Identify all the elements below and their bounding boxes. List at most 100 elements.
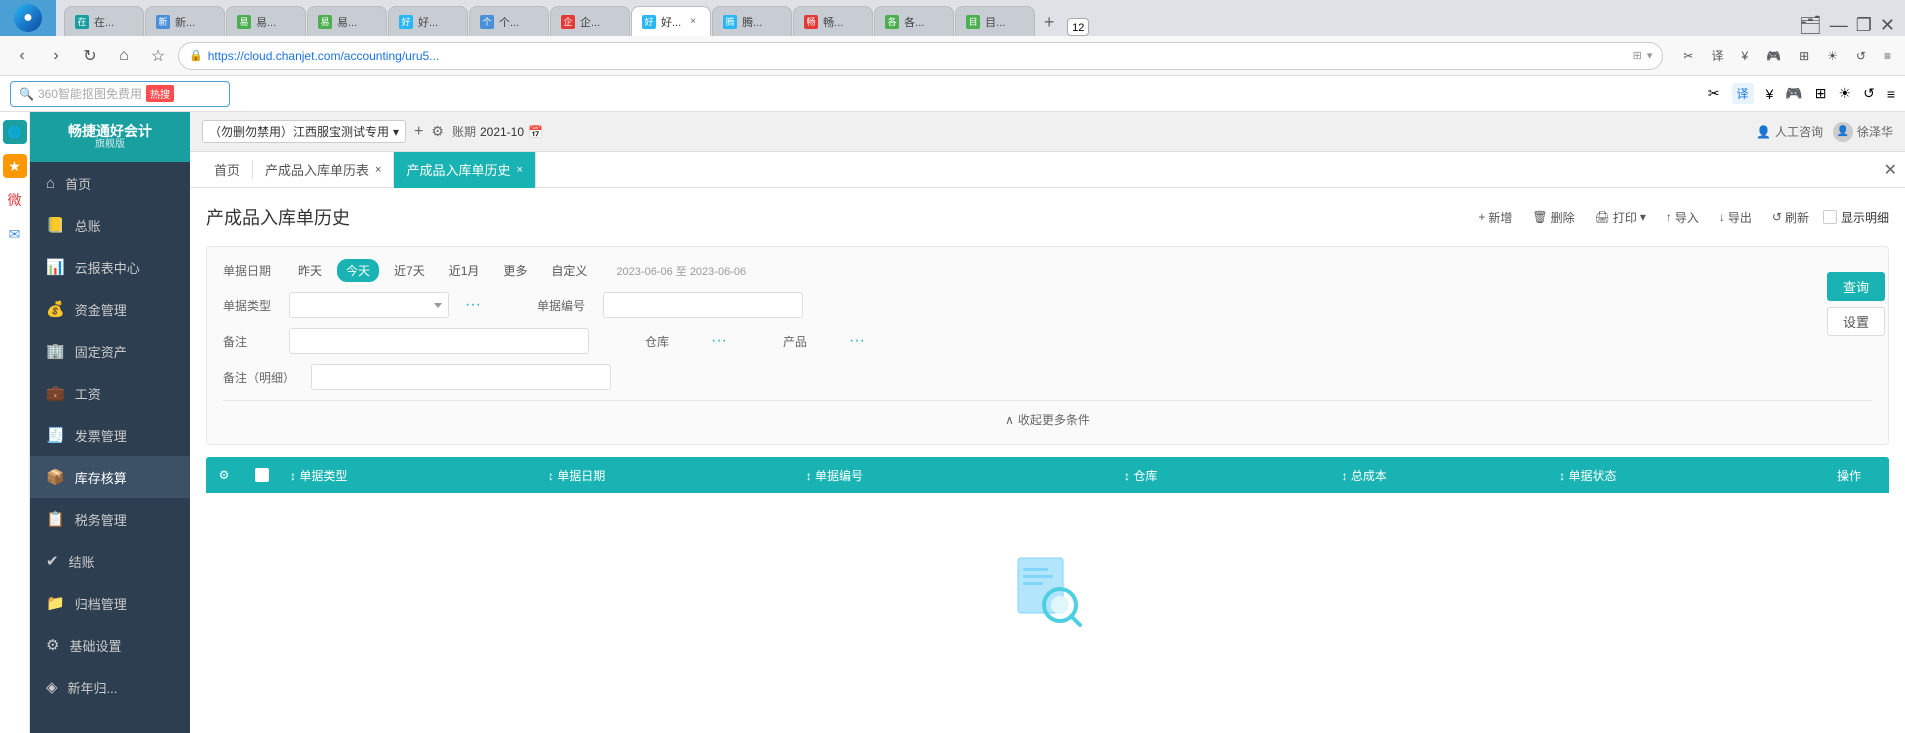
- remark-filter-input[interactable]: [289, 328, 589, 354]
- date-btn-today[interactable]: 今天: [337, 259, 379, 282]
- breadcrumb-tab-list[interactable]: 产成品入库单历表 ×: [253, 152, 394, 188]
- th-status[interactable]: ↕ 单据状态: [1551, 467, 1809, 484]
- cut-icon-btn[interactable]: ✂: [1677, 46, 1699, 66]
- gamepad-icon[interactable]: 🎮: [1785, 85, 1802, 102]
- select-all-checkbox[interactable]: [255, 468, 269, 482]
- warehouse-filter-dots[interactable]: ···: [711, 332, 727, 350]
- date-btn-custom[interactable]: 自定义: [542, 259, 596, 282]
- browser-tab-6[interactable]: 个 个...: [469, 6, 549, 36]
- show-detail-checkbox[interactable]: [1823, 210, 1837, 224]
- sidebar-item-invoice[interactable]: 🧾 发票管理: [30, 414, 190, 456]
- breadcrumb-tab-history-close[interactable]: ×: [516, 164, 522, 176]
- sidebar-item-ledger[interactable]: 📒 总账: [30, 204, 190, 246]
- date-btn-yesterday[interactable]: 昨天: [289, 259, 331, 282]
- help-btn[interactable]: 👤 人工咨询: [1756, 123, 1823, 140]
- browser-tab-4[interactable]: 易 易...: [307, 6, 387, 36]
- browser-tab-11[interactable]: 各 各...: [874, 6, 954, 36]
- scissors-icon[interactable]: ✂: [1708, 85, 1720, 102]
- app-switch-web[interactable]: 🌐: [3, 120, 27, 144]
- remark-detail-input[interactable]: [311, 364, 611, 390]
- browser-tab-10[interactable]: 畅 畅...: [793, 6, 873, 36]
- refresh-button[interactable]: ↻: [76, 42, 104, 70]
- sidebar-item-inventory[interactable]: 📦 库存核算: [30, 456, 190, 498]
- company-selector[interactable]: （勿删勿禁用）江西服宝测试专用 ▾: [202, 120, 406, 143]
- home-button[interactable]: ⌂: [110, 42, 138, 70]
- calendar-icon[interactable]: 📅: [528, 125, 543, 139]
- undo-btn[interactable]: ↺: [1850, 46, 1872, 66]
- app-switch-weibo[interactable]: 微: [3, 188, 27, 212]
- show-detail-checkbox-wrap[interactable]: 显示明细: [1823, 209, 1889, 226]
- back-button[interactable]: ‹: [8, 42, 36, 70]
- th-num[interactable]: ↕ 单据编号: [798, 467, 1116, 484]
- product-filter-dots[interactable]: ···: [849, 332, 865, 350]
- url-bar[interactable]: 🔒 https://cloud.chanjet.com/accounting/u…: [178, 42, 1663, 70]
- breadcrumb-tab-list-close[interactable]: ×: [375, 164, 381, 176]
- close-page-btn[interactable]: ✕: [1884, 160, 1905, 180]
- browser-tab-8[interactable]: 好 好... ×: [631, 6, 711, 36]
- sun-icon[interactable]: ☀: [1839, 85, 1852, 102]
- game-btn[interactable]: 🎮: [1760, 46, 1787, 66]
- currency-btn[interactable]: ¥: [1735, 46, 1754, 66]
- sidebar-item-fund[interactable]: 💰 资金管理: [30, 288, 190, 330]
- theme-btn[interactable]: ☀: [1821, 46, 1844, 66]
- browser-tab-12[interactable]: 目 目...: [955, 6, 1035, 36]
- translate-btn[interactable]: 译: [1705, 44, 1729, 67]
- sidebar-item-home[interactable]: ⌂ 首页: [30, 162, 190, 204]
- sidebar-item-tax[interactable]: 📋 税务管理: [30, 498, 190, 540]
- money-icon[interactable]: ¥: [1766, 86, 1774, 102]
- sidebar-item-report[interactable]: 📊 云报表中心: [30, 246, 190, 288]
- sidebar-item-newyear[interactable]: ◈ 新年归...: [30, 666, 190, 708]
- sidebar-item-asset[interactable]: 🏢 固定资产: [30, 330, 190, 372]
- th-type[interactable]: ↕ 单据类型: [282, 467, 540, 484]
- restore-btn[interactable]: 🗂: [1799, 15, 1822, 36]
- app-switch-star[interactable]: ★: [3, 154, 27, 178]
- date-btn-7days[interactable]: 近7天: [385, 259, 434, 282]
- query-button[interactable]: 查询: [1827, 272, 1885, 301]
- breadcrumb-tab-history[interactable]: 产成品入库单历史 ×: [394, 152, 535, 188]
- add-company-btn[interactable]: +: [414, 123, 423, 141]
- grid-btn[interactable]: ⊞: [1793, 46, 1815, 66]
- sidebar-item-settings[interactable]: ⚙ 基础设置: [30, 624, 190, 666]
- url-dropdown[interactable]: ▾: [1647, 49, 1653, 62]
- more-icon[interactable]: ≡: [1887, 86, 1895, 102]
- add-btn[interactable]: + 新增: [1472, 206, 1518, 229]
- search-input-wrap[interactable]: 🔍 360智能抠图免费用 热搜: [10, 81, 230, 107]
- browser-tab-9[interactable]: 腾 腾...: [712, 6, 792, 36]
- sidebar-item-salary[interactable]: 💼 工资: [30, 372, 190, 414]
- minimize-btn[interactable]: —: [1830, 15, 1848, 36]
- th-date[interactable]: ↕ 单据日期: [540, 467, 798, 484]
- app-switch-mail[interactable]: ✉: [3, 222, 27, 246]
- maximize-btn[interactable]: ❐: [1856, 15, 1872, 36]
- browser-tab-1[interactable]: 在 在...: [64, 6, 144, 36]
- company-settings-icon[interactable]: ⚙: [431, 123, 444, 140]
- user-profile-btn[interactable]: 👤 徐泽华: [1833, 122, 1893, 142]
- export-btn[interactable]: ↓ 导出: [1713, 206, 1758, 229]
- browser-tab-5[interactable]: 好 好...: [388, 6, 468, 36]
- th-cost[interactable]: ↕ 总成本: [1334, 467, 1552, 484]
- browser-tab-2[interactable]: 新 新...: [145, 6, 225, 36]
- menu-btn[interactable]: ≡: [1878, 46, 1897, 66]
- print-btn[interactable]: 🖨 打印 ▾: [1589, 206, 1652, 229]
- bookmark-button[interactable]: ☆: [144, 42, 172, 70]
- tab-close-8[interactable]: ×: [686, 15, 700, 29]
- refresh-icon[interactable]: ↺: [1863, 85, 1875, 102]
- browser-tab-3[interactable]: 易 易...: [226, 6, 306, 36]
- type-filter-dots[interactable]: ···: [465, 296, 481, 314]
- tab-add-button[interactable]: +: [1035, 8, 1063, 36]
- th-gear[interactable]: ⚙: [206, 468, 242, 482]
- date-btn-more[interactable]: 更多: [494, 259, 536, 282]
- refresh-btn[interactable]: ↺ 刷新: [1766, 206, 1815, 229]
- delete-btn[interactable]: 🗑 删除: [1526, 206, 1580, 229]
- grid-view-icon[interactable]: ⊞: [1815, 85, 1827, 102]
- th-warehouse[interactable]: ↕ 仓库: [1116, 467, 1334, 484]
- th-checkbox[interactable]: [242, 468, 282, 482]
- browser-tab-7[interactable]: 企 企...: [550, 6, 630, 36]
- breadcrumb-home[interactable]: 首页: [202, 160, 253, 179]
- type-filter-select[interactable]: [289, 292, 449, 318]
- date-btn-1month[interactable]: 近1月: [440, 259, 489, 282]
- num-filter-input[interactable]: [603, 292, 803, 318]
- sidebar-item-archive[interactable]: 📁 归档管理: [30, 582, 190, 624]
- forward-button[interactable]: ›: [42, 42, 70, 70]
- sidebar-item-close[interactable]: ✔ 结账: [30, 540, 190, 582]
- close-btn[interactable]: ✕: [1880, 15, 1895, 36]
